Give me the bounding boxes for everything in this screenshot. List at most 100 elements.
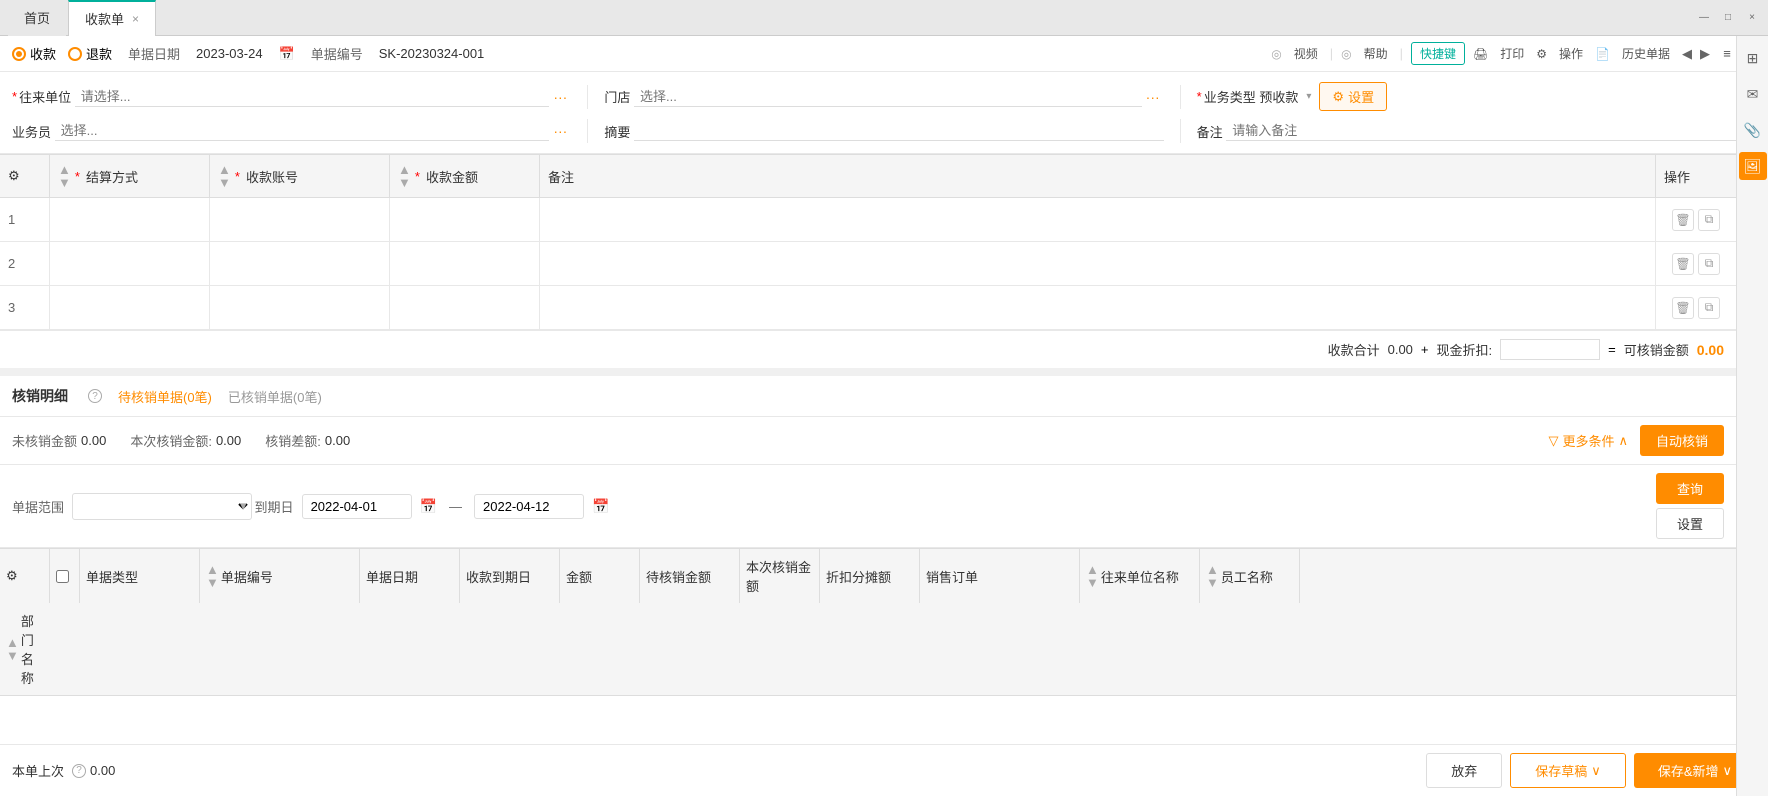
discount-label: 现金折扣: [1437, 340, 1493, 359]
counterpart-input[interactable] [75, 87, 550, 107]
next-icon[interactable]: ▶ [1700, 46, 1710, 62]
available-label: 可核销金额 [1624, 340, 1689, 359]
td-account-1[interactable] [210, 198, 390, 241]
filter-icon: ▽ [1548, 433, 1558, 449]
bottom-bar: 本单上次 ? 0.00 放弃 保存草稿 ∨ 保存&新增 ∨ [0, 744, 1768, 796]
summary-row: 收款合计 0.00 + 现金折扣: = 可核销金额 0.00 [0, 330, 1736, 368]
hexiao-th-bill-date: 单据日期 [360, 549, 460, 603]
th-settings[interactable]: ⚙ [0, 155, 50, 197]
close-btn[interactable]: × [1744, 10, 1760, 26]
hexiao-th-bill-type: 单据类型 [80, 549, 200, 603]
discount-input[interactable] [1500, 339, 1600, 360]
summary-field: 摘要 [604, 121, 1163, 141]
abandon-btn[interactable]: 放弃 [1426, 753, 1502, 788]
tab-close-btn[interactable]: × [132, 12, 139, 26]
divider-4 [1180, 119, 1181, 143]
hexiao-th-staff-label: 员工名称 [1221, 567, 1273, 586]
info-icon[interactable]: ? [88, 389, 102, 403]
copy-icon-1[interactable]: ⧉ [1698, 209, 1720, 231]
help-btn[interactable]: 帮助 [1360, 43, 1392, 64]
td-settle-1[interactable] [50, 198, 210, 241]
sidebar-image-icon[interactable]: 🖼 [1739, 152, 1767, 180]
print-btn[interactable]: 打印 [1496, 43, 1528, 64]
radio-receive[interactable]: 收款 [12, 44, 56, 63]
more-conditions-btn[interactable]: ▽ 更多条件 ∧ [1548, 431, 1628, 450]
th-amount-label: 收款金额 [426, 167, 478, 186]
hexiao-th-amount: 金额 [560, 549, 640, 603]
query-btn[interactable]: 查询 [1656, 473, 1724, 504]
operation-btn[interactable]: 操作 [1555, 43, 1587, 64]
business-type-label: 业务类型 [1204, 87, 1256, 106]
layout-list-icon[interactable]: ≡ [1718, 45, 1736, 63]
settings-label: 设置 [1348, 87, 1374, 106]
tab-bar: 首页 收款单 × — □ × [0, 0, 1768, 36]
tab-current[interactable]: 收款单 × [68, 0, 156, 36]
td-account-2[interactable] [210, 242, 390, 285]
td-remark-1[interactable] [540, 198, 1656, 241]
td-settle-2[interactable] [50, 242, 210, 285]
settings-btn[interactable]: ⚙ 设置 [1319, 82, 1387, 111]
radio-refund[interactable]: 退款 [68, 44, 112, 63]
bottom-info-icon[interactable]: ? [72, 764, 86, 778]
tab-home[interactable]: 首页 [8, 0, 66, 36]
td-account-3[interactable] [210, 286, 390, 329]
table-row: 1 🗑 ⧉ [0, 198, 1736, 242]
shortcut-btn[interactable]: 快捷键 [1411, 42, 1465, 65]
td-remark-2[interactable] [540, 242, 1656, 285]
td-amount-3[interactable] [390, 286, 540, 329]
staff-input[interactable] [55, 121, 550, 141]
delete-icon-1[interactable]: 🗑 [1672, 209, 1694, 231]
sort-icon-cp: ▲▼ [1086, 563, 1099, 589]
maximize-btn[interactable]: □ [1720, 10, 1736, 26]
th-settle-label: 结算方式 [86, 167, 138, 186]
delete-icon-2[interactable]: 🗑 [1672, 253, 1694, 275]
cal-to-icon[interactable]: 📅 [592, 498, 609, 515]
hexiao-section: 核销明细 ? 待核销单据(0笔) 已核销单据(0笔) 未核销金额 0.00 本次… [0, 368, 1736, 744]
td-settle-3[interactable] [50, 286, 210, 329]
cal-from-icon[interactable]: 📅 [420, 498, 437, 515]
summary-input[interactable] [634, 121, 1164, 141]
store-label: 门店 [604, 87, 630, 106]
td-amount-2[interactable] [390, 242, 540, 285]
hexiao-th-settings[interactable]: ⚙ [0, 549, 50, 603]
dropdown-arrow-icon[interactable]: ▾ [1306, 91, 1311, 102]
hist-icon: 📄 [1595, 47, 1610, 61]
td-num-1: 1 [0, 198, 50, 241]
video-btn[interactable]: 视频 [1290, 43, 1322, 64]
history-btn[interactable]: 历史单据 [1618, 43, 1674, 64]
remark-input[interactable] [1226, 121, 1756, 141]
tab-done[interactable]: 已核销单据(0笔) [228, 387, 322, 406]
hexiao-th-checkbox[interactable] [50, 549, 80, 603]
unchecked-label: 未核销金额 [12, 431, 77, 450]
sidebar-mail-icon[interactable]: ✉ [1739, 80, 1767, 108]
sidebar-table-icon[interactable]: ⊞ [1739, 44, 1767, 72]
td-remark-3[interactable] [540, 286, 1656, 329]
hexiao-th-dept: ▲▼ 部门名称 [0, 603, 50, 695]
form-row-1: * 往来单位 ··· 门店 ··· * 业务类型 预收款 ▾ [12, 82, 1756, 111]
calendar-icon[interactable]: 📅 [279, 46, 295, 62]
hexiao-th-counterpart-label: 往来单位名称 [1101, 567, 1179, 586]
dropdown-icon: ▾ [240, 498, 247, 514]
tab-current-label: 收款单 [85, 9, 124, 28]
copy-icon-2[interactable]: ⧉ [1698, 253, 1720, 275]
current-value: 0.00 [216, 433, 241, 448]
set-btn[interactable]: 设置 [1656, 508, 1724, 539]
range-select[interactable] [72, 493, 252, 520]
save-draft-btn[interactable]: 保存草稿 ∨ [1510, 753, 1626, 788]
minimize-btn[interactable]: — [1696, 10, 1712, 26]
store-more-btn[interactable]: ··· [1142, 89, 1164, 105]
select-all-checkbox[interactable] [56, 570, 69, 583]
sidebar-attachment-icon[interactable]: 📎 [1739, 116, 1767, 144]
prev-icon[interactable]: ◀ [1682, 46, 1692, 62]
counterpart-more-btn[interactable]: ··· [549, 89, 571, 105]
td-amount-1[interactable] [390, 198, 540, 241]
auto-btn[interactable]: 自动核销 [1640, 425, 1724, 456]
copy-icon-3[interactable]: ⧉ [1698, 297, 1720, 319]
store-input[interactable] [634, 87, 1142, 107]
staff-more-btn[interactable]: ··· [549, 123, 571, 139]
plus-sign: + [1421, 342, 1429, 357]
delete-icon-3[interactable]: 🗑 [1672, 297, 1694, 319]
date-from-input[interactable] [302, 494, 412, 519]
tab-pending[interactable]: 待核销单据(0笔) [118, 387, 212, 406]
date-to-input[interactable] [474, 494, 584, 519]
